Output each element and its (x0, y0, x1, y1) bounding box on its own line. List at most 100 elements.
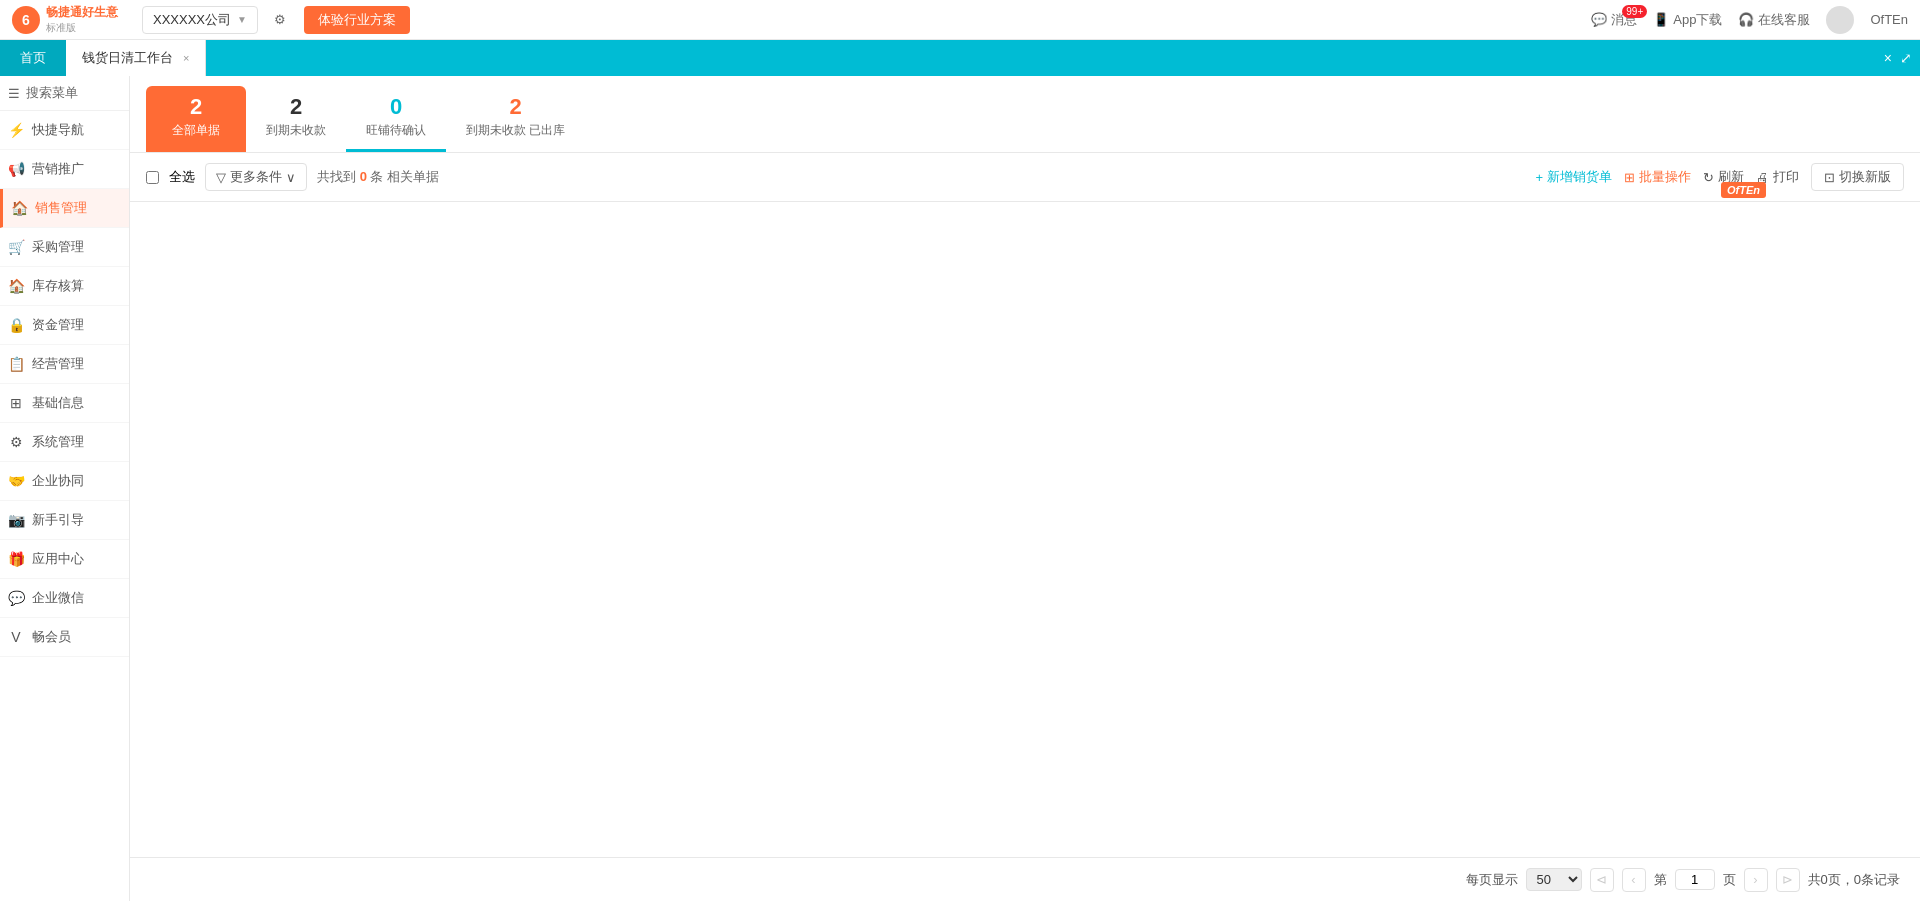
tab-overdue-shipped[interactable]: 2 到期未收款 已出库 (446, 86, 585, 152)
last-page-button[interactable]: ⊳ (1776, 868, 1800, 892)
logo-text: 畅捷通好生意 标准版 (46, 4, 118, 35)
sidebar-item-inventory[interactable]: 🏠 库存核算 (0, 267, 129, 306)
online-service-button[interactable]: 🎧 在线客服 (1738, 11, 1810, 29)
minimize-icon[interactable]: × (1884, 50, 1892, 66)
batch-icon: ⊞ (1624, 170, 1635, 185)
home-tab-label: 首页 (20, 49, 46, 67)
dropdown-arrow-icon: ▼ (237, 14, 247, 25)
sidebar-item-sales[interactable]: 🏠 销售管理 (0, 189, 129, 228)
tab-label: 钱货日清工作台 (82, 49, 173, 67)
headset-icon: 🎧 (1738, 12, 1754, 27)
refresh-icon: ↻ (1703, 170, 1714, 185)
tab-controls: × ⤢ (1884, 40, 1920, 76)
download-icon: 📱 (1653, 12, 1669, 27)
page-label: 第 (1654, 871, 1667, 889)
sidebar-item-label: 畅会员 (32, 628, 71, 646)
cart-icon: 🛒 (8, 239, 24, 255)
flash-icon: ⚡ (8, 122, 24, 138)
page-label-end: 页 (1723, 871, 1736, 889)
trial-button[interactable]: 体验行业方案 (304, 6, 410, 34)
switch-new-version-button[interactable]: ⊡ 切换新版 (1811, 163, 1904, 191)
sidebar-item-label: 销售管理 (35, 199, 87, 217)
prev-page-button[interactable]: ‹ (1622, 868, 1646, 892)
sidebar-item-wechat[interactable]: 💬 企业微信 (0, 579, 129, 618)
sidebar-item-operation[interactable]: 📋 经营管理 (0, 345, 129, 384)
more-filter-button[interactable]: ▽ 更多条件 ∨ (205, 163, 307, 191)
sidebar-item-cooperation[interactable]: 🤝 企业协同 (0, 462, 129, 501)
found-text: 共找到 0 条 相关单据 (317, 168, 439, 186)
sidebar-item-label: 企业微信 (32, 589, 84, 607)
sidebar-item-finance[interactable]: 🔒 资金管理 (0, 306, 129, 345)
tab-pending-label: 旺铺待确认 (366, 122, 426, 139)
toolbar-right: + 新增销货单 ⊞ 批量操作 ↻ 刷新 🖨 打印 ⊡ 切换新版 (1535, 163, 1904, 191)
tab-bar: 首页 钱货日清工作台 × × ⤢ (0, 40, 1920, 76)
switch-icon: ⊡ (1824, 170, 1835, 185)
content-area: 2 全部单据 2 到期未收款 0 旺铺待确认 2 到期未收款 已出库 全选 ▽ … (130, 76, 1920, 901)
tab-all-orders[interactable]: 2 全部单据 (146, 86, 246, 152)
header-right: 💬 消息 99+ 📱 App下载 🎧 在线客服 OfTEn (1591, 6, 1908, 34)
sidebar-item-label: 资金管理 (32, 316, 84, 334)
sidebar: ☰ 搜索菜单 ⚡ 快捷导航 📢 营销推广 🏠 销售管理 🛒 采购管理 🏠 库存核… (0, 76, 130, 901)
close-icon[interactable]: × (183, 52, 189, 64)
print-label: 打印 (1773, 168, 1799, 186)
avatar[interactable] (1826, 6, 1854, 34)
main-layout: ☰ 搜索菜单 ⚡ 快捷导航 📢 营销推广 🏠 销售管理 🛒 采购管理 🏠 库存核… (0, 76, 1920, 901)
page-size-label: 每页显示 (1466, 871, 1518, 889)
tab-pending[interactable]: 0 旺铺待确认 (346, 86, 446, 152)
company-name: XXXXXX公司 (153, 11, 231, 29)
system-icon: ⚙ (8, 434, 24, 450)
sidebar-item-label: 企业协同 (32, 472, 84, 490)
search-icon: ☰ (8, 86, 20, 101)
add-order-button[interactable]: + 新增销货单 (1535, 168, 1612, 186)
logo-icon: 6 (12, 6, 40, 34)
sidebar-item-purchase[interactable]: 🛒 采购管理 (0, 228, 129, 267)
tab-all-count: 2 (166, 94, 226, 120)
sidebar-item-label: 库存核算 (32, 277, 84, 295)
sidebar-item-label: 应用中心 (32, 550, 84, 568)
logo-area: 6 畅捷通好生意 标准版 (12, 4, 142, 35)
sidebar-item-guide[interactable]: 📷 新手引导 (0, 501, 129, 540)
tab-overdue-shipped-label: 到期未收款 已出库 (466, 122, 565, 139)
tab-overdue-count: 2 (266, 94, 326, 120)
settings-button[interactable]: ⚙ (266, 6, 294, 34)
sidebar-item-member[interactable]: V 畅会员 (0, 618, 129, 657)
grid-icon: ⊞ (8, 395, 24, 411)
filter-icon: ▽ (216, 170, 226, 185)
message-icon: 💬 (1591, 12, 1607, 27)
plus-icon: + (1535, 170, 1543, 185)
company-selector[interactable]: XXXXXX公司 ▼ (142, 6, 258, 34)
sidebar-item-label: 营销推广 (32, 160, 84, 178)
sidebar-item-system[interactable]: ⚙ 系统管理 (0, 423, 129, 462)
vip-icon: V (8, 629, 24, 645)
chevron-down-icon: ∨ (286, 170, 296, 185)
message-button[interactable]: 💬 消息 99+ (1591, 11, 1637, 29)
batch-label: 批量操作 (1639, 168, 1691, 186)
select-all-checkbox[interactable] (146, 171, 159, 184)
top-header: 6 畅捷通好生意 标准版 XXXXXX公司 ▼ ⚙ 体验行业方案 💬 消息 99… (0, 0, 1920, 40)
maximize-icon[interactable]: ⤢ (1900, 50, 1912, 66)
page-input[interactable] (1675, 869, 1715, 890)
shop-icon: 🏠 (11, 200, 27, 216)
sidebar-item-basic-info[interactable]: ⊞ 基础信息 (0, 384, 129, 423)
page-size-select[interactable]: 50 100 200 (1526, 868, 1582, 891)
tab-overdue[interactable]: 2 到期未收款 (246, 86, 346, 152)
first-page-button[interactable]: ⊲ (1590, 868, 1614, 892)
handshake-icon: 🤝 (8, 473, 24, 489)
next-page-button[interactable]: › (1744, 868, 1768, 892)
add-order-label: 新增销货单 (1547, 168, 1612, 186)
gear-icon: ⚙ (274, 12, 286, 27)
sidebar-item-app-center[interactable]: 🎁 应用中心 (0, 540, 129, 579)
sidebar-item-label: 快捷导航 (32, 121, 84, 139)
message-badge: 99+ (1622, 5, 1647, 18)
search-menu-item[interactable]: ☰ 搜索菜单 (0, 76, 129, 111)
app-download-button[interactable]: 📱 App下载 (1653, 11, 1722, 29)
table-area (130, 202, 1920, 857)
tab-home[interactable]: 首页 (0, 40, 66, 76)
sidebar-item-marketing[interactable]: 📢 营销推广 (0, 150, 129, 189)
switch-label: 切换新版 (1839, 168, 1891, 186)
batch-operation-button[interactable]: ⊞ 批量操作 (1624, 168, 1691, 186)
tab-cash-daily[interactable]: 钱货日清工作台 × (66, 40, 206, 76)
sidebar-item-quick-nav[interactable]: ⚡ 快捷导航 (0, 111, 129, 150)
sidebar-item-label: 经营管理 (32, 355, 84, 373)
sidebar-item-label: 系统管理 (32, 433, 84, 451)
